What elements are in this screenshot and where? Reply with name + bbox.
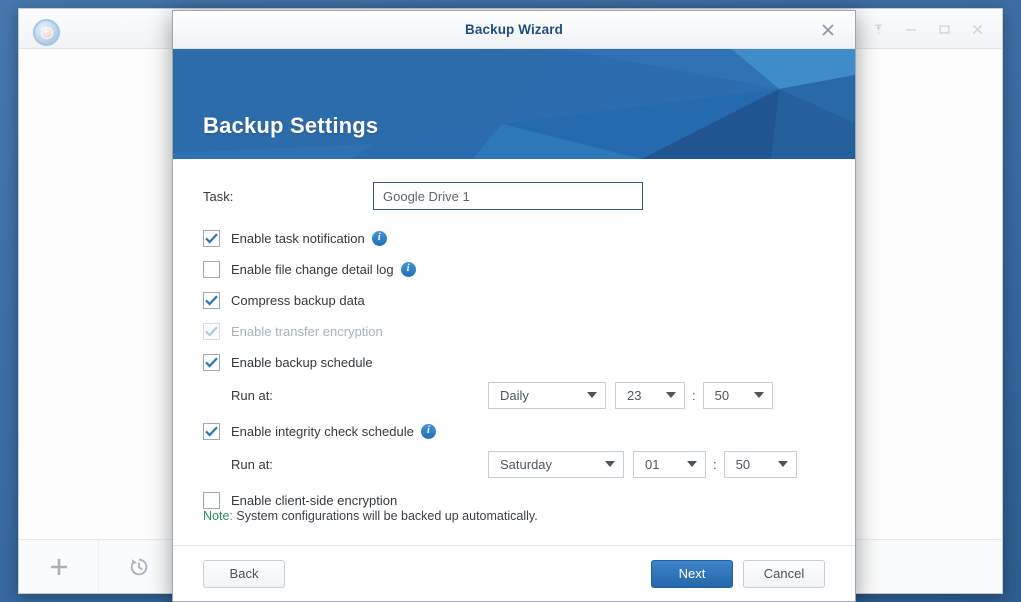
- integrity-schedule-frequency-select[interactable]: Saturday: [488, 450, 624, 478]
- chevron-down-icon: [687, 461, 697, 467]
- help-icon[interactable]: [863, 17, 893, 41]
- integrity-schedule-hour-value: 01: [645, 456, 660, 472]
- add-button[interactable]: [19, 540, 99, 593]
- checkbox-label-enable-integrity-check-schedule: Enable integrity check schedule: [231, 423, 414, 439]
- chevron-down-icon: [777, 461, 788, 467]
- chevron-down-icon: [666, 392, 676, 398]
- backup-wizard-dialog: Backup Wizard Backup Settings Task: Goog…: [172, 10, 856, 602]
- backup-schedule-minute-value: 50: [714, 387, 730, 403]
- integrity-schedule-hour-select[interactable]: 01: [633, 450, 706, 478]
- checkbox-label-compress-backup-data: Compress backup data: [231, 292, 365, 308]
- task-row: Task:: [203, 181, 825, 211]
- checkmark-icon: [205, 232, 218, 244]
- close-icon[interactable]: [962, 17, 992, 41]
- checkbox-label-enable-backup-schedule: Enable backup schedule: [231, 354, 373, 370]
- checkbox-row-enable-integrity-check-schedule[interactable]: Enable integrity check schedule i: [203, 416, 825, 446]
- backup-schedule-run-at-label: Run at:: [231, 387, 273, 403]
- maximize-icon[interactable]: [929, 17, 959, 41]
- task-label: Task:: [203, 188, 234, 204]
- info-icon-file-change-detail-log[interactable]: i: [400, 261, 416, 277]
- backup-schedule-frequency-value: Daily: [500, 387, 529, 403]
- task-name-input[interactable]: [373, 182, 643, 210]
- background-window-controls: [863, 17, 992, 41]
- backup-schedule-hour-value: 23: [627, 387, 642, 403]
- backup-schedule-hour-select[interactable]: 23: [615, 381, 685, 409]
- checkbox-row-enable-task-notification[interactable]: Enable task notification i: [203, 223, 825, 253]
- chevron-down-icon: [753, 392, 764, 398]
- checkmark-icon: [205, 356, 218, 368]
- dialog-heading: Backup Settings: [203, 113, 379, 138]
- dialog-banner: Backup Settings: [173, 49, 855, 159]
- note-label: Note:: [203, 509, 233, 523]
- integrity-schedule-minute-select[interactable]: 50: [723, 450, 797, 478]
- back-button[interactable]: Back: [203, 559, 285, 588]
- backup-schedule-minute-select[interactable]: 50: [702, 381, 773, 409]
- desktop-background: Backup Wizard Backup Settings Task: Goog…: [0, 0, 1021, 602]
- backup-schedule-time-separator: :: [692, 387, 696, 403]
- history-clock-icon: [130, 558, 147, 575]
- checkbox-enable-transfer-encryption: [203, 322, 220, 340]
- backup-schedule-frequency-select[interactable]: Daily: [488, 381, 606, 409]
- info-icon-task-notification[interactable]: i: [371, 230, 387, 246]
- checkbox-label-enable-task-notification: Enable task notification: [231, 230, 365, 246]
- checkmark-icon: [205, 325, 218, 337]
- dialog-body: Task: Enable task notification i Enable …: [173, 159, 855, 545]
- integrity-schedule-frequency-value: Saturday: [500, 456, 553, 472]
- info-icon-integrity-check-schedule[interactable]: i: [420, 423, 436, 439]
- checkmark-icon: [205, 294, 218, 306]
- checkbox-enable-backup-schedule[interactable]: [203, 353, 220, 371]
- next-button[interactable]: Next: [651, 559, 733, 588]
- checkbox-enable-file-change-detail-log[interactable]: [203, 260, 220, 278]
- plus-icon: [50, 558, 67, 575]
- chevron-down-icon: [605, 461, 615, 467]
- history-button[interactable]: [99, 540, 179, 593]
- checkbox-row-enable-file-change-detail-log[interactable]: Enable file change detail log i: [203, 254, 825, 284]
- checkbox-label-enable-transfer-encryption: Enable transfer encryption: [231, 323, 383, 339]
- checkbox-row-enable-transfer-encryption: Enable transfer encryption: [203, 316, 825, 346]
- checkbox-label-enable-client-side-encryption: Enable client-side encryption: [231, 492, 398, 508]
- chevron-down-icon: [587, 392, 597, 398]
- banner-polygon-pattern: [173, 49, 855, 159]
- dialog-close-icon[interactable]: [815, 17, 841, 43]
- app-icon-inner: [40, 26, 53, 39]
- integrity-schedule-time-separator: :: [713, 456, 717, 472]
- checkmark-icon: [205, 425, 218, 437]
- checkbox-enable-task-notification[interactable]: [203, 229, 220, 247]
- backup-schedule-run-at-row: Run at: Daily 23 : 50: [203, 378, 825, 412]
- note-text: System configurations will be backed up …: [232, 509, 538, 523]
- app-circle-icon: [33, 19, 60, 46]
- integrity-schedule-run-at-row: Run at: Saturday 01 : 50: [203, 447, 825, 481]
- dialog-title: Backup Wizard: [465, 22, 563, 37]
- checkbox-row-enable-backup-schedule[interactable]: Enable backup schedule: [203, 347, 825, 377]
- note-line: Note: System configurations will be back…: [203, 509, 538, 523]
- dialog-footer: Back Next Cancel: [173, 545, 855, 601]
- cancel-button[interactable]: Cancel: [743, 559, 825, 588]
- minimize-icon[interactable]: [896, 17, 926, 41]
- checkbox-enable-client-side-encryption[interactable]: [203, 491, 220, 509]
- integrity-schedule-minute-value: 50: [735, 456, 751, 472]
- dialog-titlebar: Backup Wizard: [173, 11, 855, 49]
- checkbox-compress-backup-data[interactable]: [203, 291, 220, 309]
- checkbox-row-compress-backup-data[interactable]: Compress backup data: [203, 285, 825, 315]
- checkbox-enable-integrity-check-schedule[interactable]: [203, 422, 220, 440]
- checkbox-label-enable-file-change-detail-log: Enable file change detail log: [231, 261, 394, 277]
- integrity-schedule-run-at-label: Run at:: [231, 456, 273, 472]
